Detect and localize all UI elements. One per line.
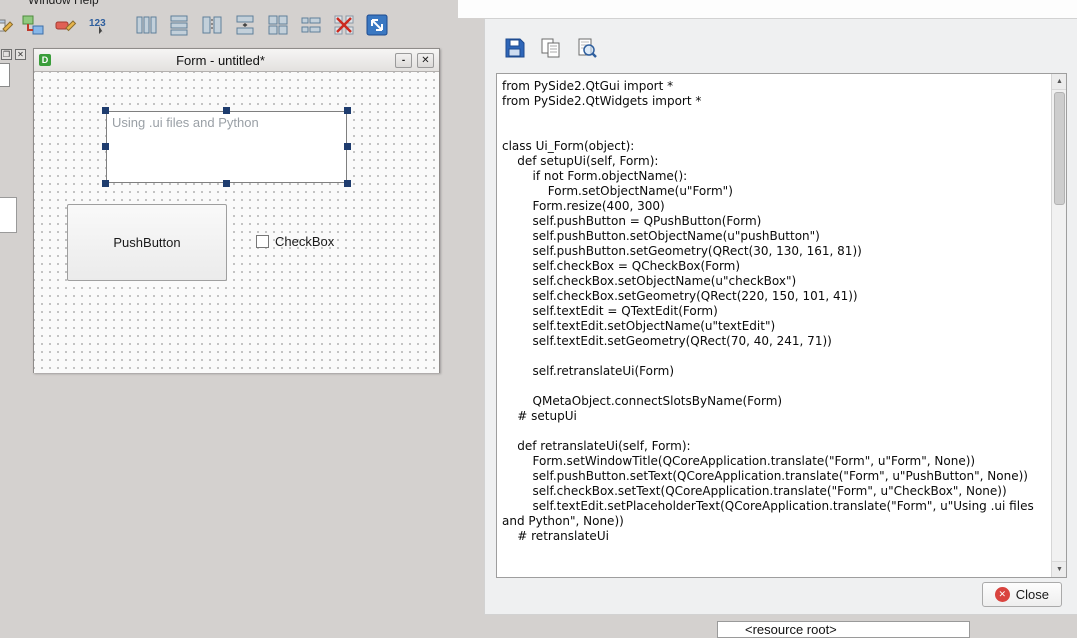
textedit-box[interactable]: Using .ui files and Python	[106, 111, 347, 183]
adjust-size-button[interactable]	[364, 12, 390, 38]
lay-out-horizontally-icon	[134, 13, 158, 37]
lay-out-horizontal-splitter-button[interactable]	[199, 12, 225, 38]
background-window-strip	[458, 0, 1077, 18]
lay-out-vertical-splitter-icon	[233, 13, 257, 37]
selection-handle-sw[interactable]	[102, 180, 109, 187]
break-layout-icon	[332, 13, 356, 37]
widgetbox-filter-fragment[interactable]	[0, 63, 10, 87]
code-preview-dialog: from PySide2.QtGui import * from PySide2…	[484, 18, 1077, 615]
selection-handle-se[interactable]	[344, 180, 351, 187]
close-circle-icon: ✕	[995, 587, 1010, 602]
selection-handle-s[interactable]	[223, 180, 230, 187]
selection-handle-e[interactable]	[344, 143, 351, 150]
adjust-size-icon	[365, 13, 389, 37]
edit-widgets-button[interactable]	[0, 12, 16, 38]
generated-python-code[interactable]: from PySide2.QtGui import * from PySide2…	[497, 74, 1050, 549]
dock-close-button[interactable]: ✕	[15, 49, 26, 60]
edit-signals-slots-button[interactable]	[20, 12, 46, 38]
form-window-titlebar[interactable]: D Form - untitled* - ✕	[34, 49, 439, 72]
checkbox-indicator[interactable]	[256, 235, 269, 248]
selection-handle-nw[interactable]	[102, 107, 109, 114]
break-layout-button[interactable]	[331, 12, 357, 38]
form-minimize-button[interactable]: -	[395, 53, 412, 68]
edit-widgets-icon	[0, 13, 15, 37]
lay-out-vertically-icon	[167, 13, 191, 37]
code-vertical-scrollbar[interactable]: ▲ ▼	[1051, 74, 1066, 577]
selection-handle-ne[interactable]	[344, 107, 351, 114]
lay-out-vertical-splitter-button[interactable]	[232, 12, 258, 38]
edit-buddies-icon	[54, 13, 78, 37]
qt-designer-screen: Window Help 123	[0, 0, 1077, 638]
copy-icon	[539, 36, 563, 60]
resource-browser-fragment: <resource root>	[717, 621, 970, 638]
designer-form-icon: D	[39, 54, 51, 66]
lay-out-horizontally-button[interactable]	[133, 12, 159, 38]
resource-root-item[interactable]: <resource root>	[718, 622, 969, 638]
save-button[interactable]	[501, 35, 529, 61]
scroll-down-icon[interactable]: ▼	[1052, 561, 1067, 577]
menubar: Window Help	[0, 0, 460, 7]
edit-signals-slots-icon	[21, 13, 45, 37]
lay-out-form-layout-button[interactable]	[298, 12, 324, 38]
checkbox-label: CheckBox	[275, 234, 334, 249]
checkbox-widget[interactable]: CheckBox	[256, 234, 334, 249]
find-icon	[575, 36, 599, 60]
selection-handle-w[interactable]	[102, 143, 109, 150]
lay-out-grid-button[interactable]	[265, 12, 291, 38]
lay-out-vertically-button[interactable]	[166, 12, 192, 38]
lay-out-grid-icon	[266, 13, 290, 37]
form-canvas[interactable]: Using .ui files and Python PushButton Ch…	[34, 72, 439, 373]
copy-button[interactable]	[537, 35, 565, 61]
lay-out-horizontal-splitter-icon	[200, 13, 224, 37]
code-dialog-toolbar	[501, 35, 601, 63]
menu-item-help[interactable]: Help	[74, 0, 99, 7]
edit-buddies-button[interactable]	[53, 12, 79, 38]
lay-out-form-layout-icon	[299, 13, 323, 37]
textedit-placeholder: Using .ui files and Python	[112, 115, 259, 130]
selection-handle-n[interactable]	[223, 107, 230, 114]
close-dialog-button[interactable]: ✕ Close	[982, 582, 1062, 607]
pushbutton-widget[interactable]: PushButton	[67, 204, 227, 281]
menu-item-window[interactable]: Window	[28, 0, 71, 7]
code-text-area[interactable]: from PySide2.QtGui import * from PySide2…	[496, 73, 1067, 578]
textedit-widget[interactable]: Using .ui files and Python	[106, 111, 347, 183]
close-button-label: Close	[1016, 587, 1049, 602]
form-editor-window: D Form - untitled* - ✕ Using .ui files a…	[33, 48, 440, 373]
save-icon	[503, 36, 527, 60]
designer-toolbar: 123	[0, 10, 460, 42]
form-window-title: Form - untitled*	[51, 53, 390, 68]
left-panel-fragment	[0, 197, 17, 233]
edit-tab-order-icon: 123	[87, 13, 111, 37]
scroll-up-icon[interactable]: ▲	[1052, 74, 1067, 90]
svg-text:123: 123	[89, 18, 106, 29]
form-close-button[interactable]: ✕	[417, 53, 434, 68]
scrollbar-thumb[interactable]	[1054, 92, 1065, 205]
edit-tab-order-button[interactable]: 123	[86, 12, 112, 38]
dock-float-button[interactable]: ❐	[1, 49, 12, 60]
find-button[interactable]	[573, 35, 601, 61]
